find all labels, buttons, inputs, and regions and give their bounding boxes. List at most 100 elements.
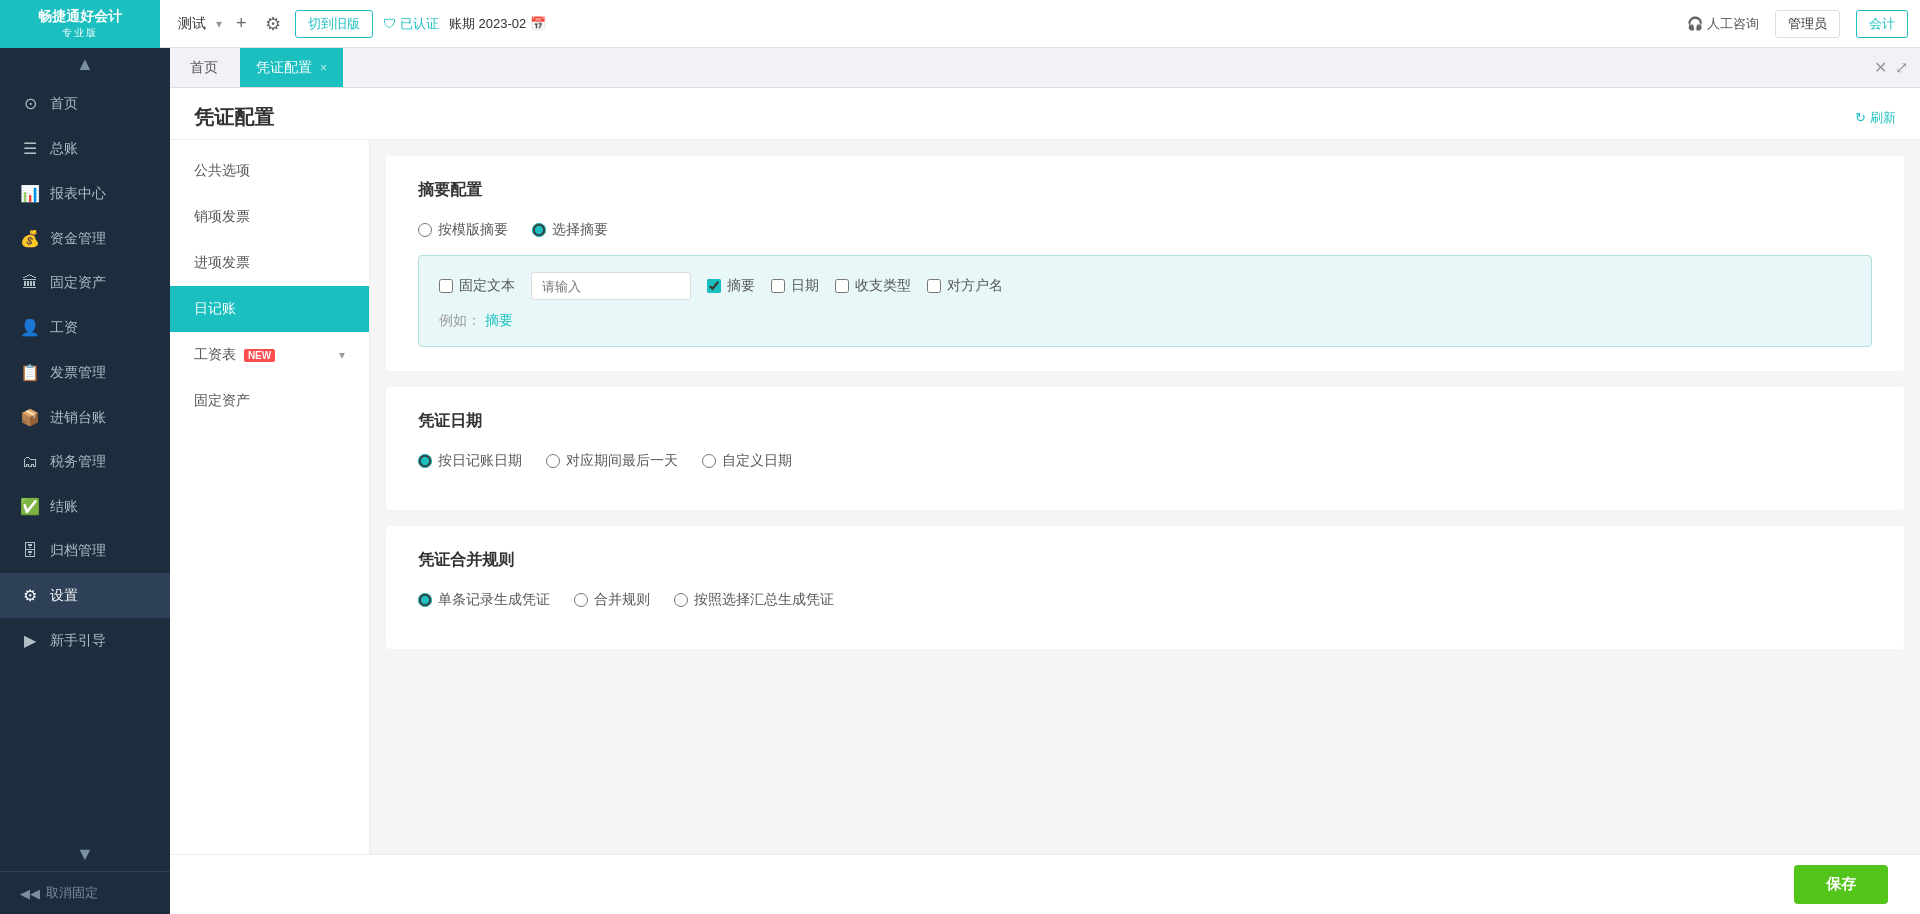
shield-icon: 🛡	[383, 16, 396, 31]
sidebar-item-funds[interactable]: 💰 资金管理	[0, 216, 170, 261]
top-right-actions: 🎧 人工咨询 管理员 会计	[1687, 10, 1908, 38]
nav-arrow-icon: ▾	[339, 348, 345, 362]
sidebar-scroll-down[interactable]: ▼	[0, 838, 170, 871]
top-bar: 畅捷通好会计 专业版 测试 ▾ + ⚙ 切到旧版 🛡 已认证 账期 2023-0…	[0, 0, 1920, 48]
fixed-text-checkbox[interactable]	[439, 279, 453, 293]
sidebar-item-salary[interactable]: 👤 工资	[0, 305, 170, 350]
sidebar-item-guide[interactable]: ▶ 新手引导	[0, 618, 170, 663]
sidebar-item-ledger[interactable]: ☰ 总账	[0, 126, 170, 171]
sidebar-item-label: 资金管理	[50, 230, 106, 248]
period-last-option[interactable]: 对应期间最后一天	[546, 452, 678, 470]
select-merge-option[interactable]: 按照选择汇总生成凭证	[674, 591, 834, 609]
page-title: 凭证配置	[194, 104, 274, 131]
refresh-icon: ↻	[1855, 110, 1866, 125]
custom-date-radio[interactable]	[702, 454, 716, 468]
pay-type-checkbox-option[interactable]: 收支类型	[835, 277, 911, 295]
ledger-icon: ☰	[20, 139, 40, 158]
summary-checkbox[interactable]	[707, 279, 721, 293]
add-button[interactable]: +	[232, 9, 251, 38]
nav-item-public[interactable]: 公共选项	[170, 148, 369, 194]
tab-close-button[interactable]: ×	[320, 62, 327, 74]
summary-detail-box: 固定文本 摘要 日期	[418, 255, 1872, 347]
admin-button[interactable]: 管理员	[1775, 10, 1840, 38]
sidebar-scroll-up[interactable]: ▲	[0, 48, 170, 81]
tab-bar: 首页 凭证配置 × ✕ ⤢	[170, 48, 1920, 88]
save-button[interactable]: 保存	[1794, 865, 1888, 904]
tax-icon: 🗂	[20, 453, 40, 471]
select-summary-option[interactable]: 选择摘要	[532, 221, 608, 239]
page-header: 凭证配置 ↻ 刷新	[170, 88, 1920, 140]
nav-item-salary-table[interactable]: 工资表 NEW ▾	[170, 332, 369, 378]
tab-home[interactable]: 首页	[170, 48, 238, 87]
custom-date-option[interactable]: 自定义日期	[702, 452, 792, 470]
company-dropdown-icon[interactable]: ▾	[216, 17, 222, 31]
app-logo: 畅捷通好会计 专业版	[0, 0, 160, 48]
cancel-pin-button[interactable]: ◀◀ 取消固定	[0, 871, 170, 914]
date-section-title: 凭证日期	[418, 411, 1872, 432]
config-layout: 公共选项 销项发票 进项发票 日记账 工资表 NEW	[170, 140, 1920, 854]
verified-badge: 🛡 已认证	[383, 15, 439, 33]
template-summary-radio[interactable]	[418, 223, 432, 237]
merge-rule-radio[interactable]	[574, 593, 588, 607]
sidebar-item-label: 税务管理	[50, 453, 106, 471]
sidebar-item-archive[interactable]: 🗄 归档管理	[0, 529, 170, 573]
template-summary-option[interactable]: 按模版摘要	[418, 221, 508, 239]
single-voucher-radio[interactable]	[418, 593, 432, 607]
sidebar-item-settings[interactable]: ⚙ 设置	[0, 573, 170, 618]
counterpart-checkbox-option[interactable]: 对方户名	[927, 277, 1003, 295]
sidebar-item-label: 首页	[50, 95, 78, 113]
sidebar-item-label: 报表中心	[50, 185, 106, 203]
sidebar-item-label: 归档管理	[50, 542, 106, 560]
pay-type-checkbox[interactable]	[835, 279, 849, 293]
sidebar: ▲ ⊙ 首页 ☰ 总账 📊 报表中心 💰 资金管理 🏛 固定资产	[0, 48, 170, 914]
switch-old-version-button[interactable]: 切到旧版	[295, 10, 373, 38]
tab-voucher-config[interactable]: 凭证配置 ×	[240, 48, 343, 87]
date-checkbox-option[interactable]: 日期	[771, 277, 819, 295]
salary-table-label: 工资表 NEW	[194, 346, 275, 364]
maximize-window-button[interactable]: ⤢	[1895, 58, 1908, 77]
nav-item-purchase[interactable]: 进项发票	[170, 240, 369, 286]
headset-icon: 🎧	[1687, 16, 1703, 31]
sidebar-item-home[interactable]: ⊙ 首页	[0, 81, 170, 126]
journal-date-option[interactable]: 按日记账日期	[418, 452, 522, 470]
sidebar-item-report[interactable]: 📊 报表中心	[0, 171, 170, 216]
close-window-button[interactable]: ✕	[1874, 58, 1887, 77]
nav-item-sales[interactable]: 销项发票	[170, 194, 369, 240]
settings-sidebar-icon: ⚙	[20, 586, 40, 605]
counterpart-checkbox[interactable]	[927, 279, 941, 293]
sidebar-item-label: 固定资产	[50, 274, 106, 292]
trade-icon: 📦	[20, 408, 40, 427]
fixed-text-checkbox-option[interactable]: 固定文本	[439, 277, 515, 295]
journal-date-radio[interactable]	[418, 454, 432, 468]
sidebar-item-label: 结账	[50, 498, 78, 516]
summary-section-title: 摘要配置	[418, 180, 1872, 201]
accountant-button[interactable]: 会计	[1856, 10, 1908, 38]
select-merge-radio[interactable]	[674, 593, 688, 607]
sidebar-item-label: 进销台账	[50, 409, 106, 427]
consult-button[interactable]: 🎧 人工咨询	[1687, 15, 1759, 33]
example-row: 例如： 摘要	[439, 312, 1851, 330]
sidebar-item-closing[interactable]: ✅ 结账	[0, 484, 170, 529]
nav-item-fixed-asset[interactable]: 固定资产	[170, 378, 369, 424]
sidebar-item-invoice[interactable]: 📋 发票管理	[0, 350, 170, 395]
salary-icon: 👤	[20, 318, 40, 337]
sidebar-item-trade[interactable]: 📦 进销台账	[0, 395, 170, 440]
refresh-button[interactable]: ↻ 刷新	[1855, 109, 1896, 127]
date-checkbox[interactable]	[771, 279, 785, 293]
calendar-icon[interactable]: 📅	[530, 16, 546, 31]
merge-rule-option[interactable]: 合并规则	[574, 591, 650, 609]
date-radio-group: 按日记账日期 对应期间最后一天 自定义日期	[418, 452, 1872, 470]
left-nav: 公共选项 销项发票 进项发票 日记账 工资表 NEW	[170, 140, 370, 854]
single-voucher-option[interactable]: 单条记录生成凭证	[418, 591, 550, 609]
sidebar-item-assets[interactable]: 🏛 固定资产	[0, 261, 170, 305]
sidebar-item-tax[interactable]: 🗂 税务管理	[0, 440, 170, 484]
sidebar-item-label: 新手引导	[50, 632, 106, 650]
window-buttons: ✕ ⤢	[1874, 58, 1920, 77]
period-last-radio[interactable]	[546, 454, 560, 468]
settings-icon[interactable]: ⚙	[261, 9, 285, 39]
summary-checkbox-option[interactable]: 摘要	[707, 277, 755, 295]
select-summary-radio[interactable]	[532, 223, 546, 237]
report-icon: 📊	[20, 184, 40, 203]
nav-item-journal[interactable]: 日记账	[170, 286, 369, 332]
fixed-text-input[interactable]	[531, 272, 691, 300]
